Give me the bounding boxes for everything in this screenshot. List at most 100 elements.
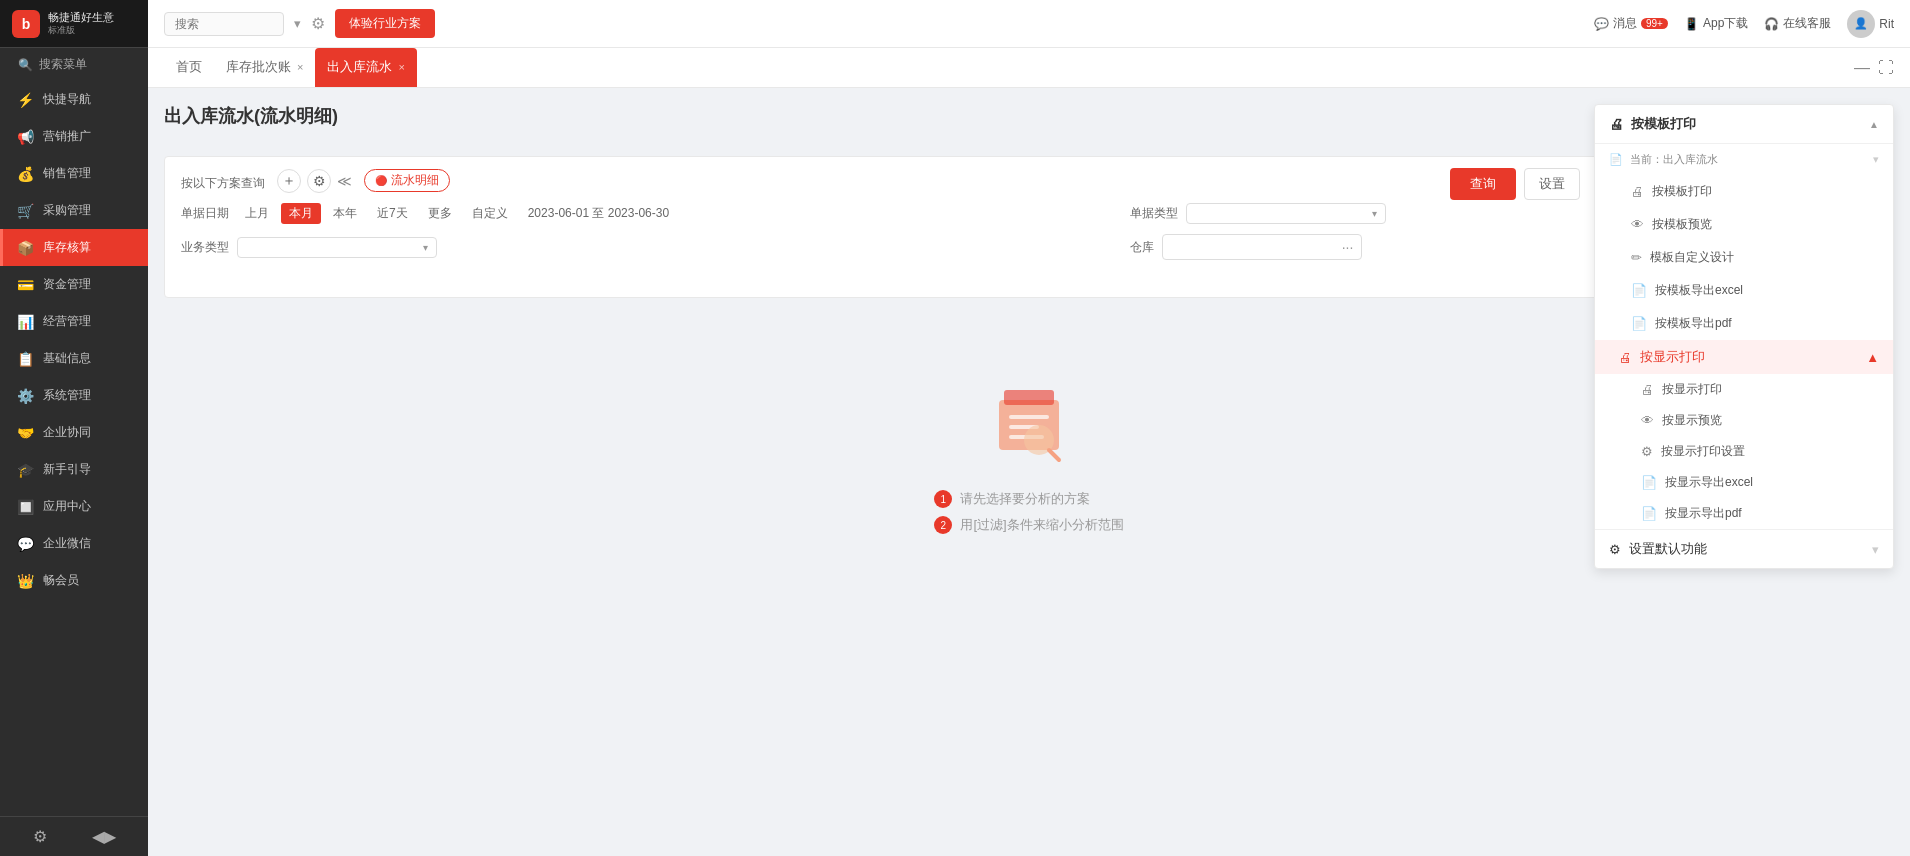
user-name: Rit	[1879, 17, 1894, 31]
panel-current-label[interactable]: 📄 当前：出入库流水 ▾	[1595, 144, 1893, 175]
headset-icon: 🎧	[1764, 17, 1779, 31]
tab-minimize-btn[interactable]: —	[1854, 59, 1870, 77]
filter-tag[interactable]: 🔴 流水明细	[364, 169, 450, 192]
sidebar-item-label: 系统管理	[43, 387, 91, 404]
panel-sub-header-left: 🖨 按显示打印	[1619, 348, 1705, 366]
app-download-btn[interactable]: 📱 App下载	[1684, 15, 1748, 32]
panel-template-preview-label: 按模板预览	[1652, 216, 1712, 233]
filter-collapse-btn[interactable]: ≪	[337, 173, 352, 189]
panel-template-export-pdf-item[interactable]: 📄 按模板导出pdf	[1595, 307, 1893, 340]
sidebar-item-operations[interactable]: 📊 经营管理	[0, 303, 148, 340]
panel-default-function[interactable]: ⚙ 设置默认功能 ▾	[1595, 529, 1893, 568]
panel-template-print-header[interactable]: 🖨 按模板打印 ▲	[1595, 105, 1893, 144]
panel-print-icon: 🖨	[1631, 184, 1644, 199]
panel-display-print-item[interactable]: 🖨 按显示打印	[1595, 374, 1893, 405]
sidebar-item-marketing[interactable]: 📢 营销推广	[0, 118, 148, 155]
panel-display-print-label: 按显示打印	[1662, 381, 1722, 398]
page-title: 出入库流水(流水明细)	[164, 104, 338, 128]
panel-template-custom-item[interactable]: ✏ 模板自定义设计	[1595, 241, 1893, 274]
settings-button[interactable]: 设置	[1524, 168, 1580, 200]
settings-footer-icon[interactable]: ⚙	[33, 827, 47, 846]
app-edition: 标准版	[48, 24, 114, 37]
tab-flowdetail[interactable]: 出入库流水 ×	[315, 48, 416, 87]
panel-template-export-excel-item[interactable]: 📄 按模板导出excel	[1595, 274, 1893, 307]
date-opt-custom[interactable]: 自定义	[464, 203, 516, 224]
sidebar-item-enterprise[interactable]: 🤝 企业协同	[0, 414, 148, 451]
sidebar-search[interactable]: 🔍 搜索菜单	[0, 48, 148, 81]
query-button[interactable]: 查询	[1450, 168, 1516, 200]
marketing-icon: 📢	[15, 129, 35, 145]
panel-template-print-label: 按模板打印	[1652, 183, 1712, 200]
sidebar-item-label: 快捷导航	[43, 91, 91, 108]
topbar-gear-icon[interactable]: ⚙	[311, 14, 325, 33]
warehouse-more-icon[interactable]: ···	[1342, 239, 1354, 255]
app-logo-icon: b	[12, 10, 40, 38]
topbar-dropdown-icon[interactable]: ▾	[294, 16, 301, 31]
tab-maximize-btn[interactable]: ⛶	[1878, 59, 1894, 77]
doc-type-select[interactable]: ▾	[1186, 203, 1386, 224]
trial-button[interactable]: 体验行业方案	[335, 9, 435, 38]
basic-icon: 📋	[15, 351, 35, 367]
sidebar-item-vip[interactable]: 👑 畅会员	[0, 562, 148, 599]
date-options: 上月 本月 本年 近7天 更多 自定义	[237, 203, 516, 224]
sidebar-item-basic[interactable]: 📋 基础信息	[0, 340, 148, 377]
date-opt-last7days[interactable]: 近7天	[369, 203, 416, 224]
avatar: 👤	[1847, 10, 1875, 38]
add-filter-btn[interactable]: ＋	[277, 169, 301, 193]
warehouse-select[interactable]: ···	[1162, 234, 1362, 260]
panel-display-print-header[interactable]: 🖨 按显示打印 ▲	[1595, 340, 1893, 374]
sidebar-item-purchase[interactable]: 🛒 采购管理	[0, 192, 148, 229]
collapse-sidebar-icon[interactable]: ◀▶	[92, 827, 116, 846]
date-opt-last-month[interactable]: 上月	[237, 203, 277, 224]
sidebar-item-system[interactable]: ⚙️ 系统管理	[0, 377, 148, 414]
step-1-num: 1	[934, 490, 952, 508]
panel-display-print-settings-item[interactable]: ⚙ 按显示打印设置	[1595, 436, 1893, 467]
date-opt-current-year[interactable]: 本年	[325, 203, 365, 224]
filter-settings-btn[interactable]: ⚙	[307, 169, 331, 193]
business-type-select[interactable]: ▾	[237, 237, 437, 258]
doc-type-arrow: ▾	[1372, 208, 1377, 219]
finance-icon: 💳	[15, 277, 35, 293]
panel-pdf-icon: 📄	[1631, 316, 1647, 331]
panel-display-export-pdf-label: 按显示导出pdf	[1665, 505, 1742, 522]
tabbar-actions: — ⛶	[1854, 59, 1894, 77]
sidebar: b 畅捷通好生意 标准版 🔍 搜索菜单 ⚡ 快捷导航 📢 营销推广 💰 销售管理…	[0, 0, 148, 856]
online-service-btn[interactable]: 🎧 在线客服	[1764, 15, 1831, 32]
tab-flowdetail-close[interactable]: ×	[398, 61, 404, 73]
appcenter-icon: 🔲	[15, 499, 35, 515]
user-profile-btn[interactable]: 👤 Rit	[1847, 10, 1894, 38]
sidebar-item-quick-nav[interactable]: ⚡ 快捷导航	[0, 81, 148, 118]
panel-display-preview-icon: 👁	[1641, 413, 1654, 428]
sidebar-nav: ⚡ 快捷导航 📢 营销推广 💰 销售管理 🛒 采购管理 📦 库存核算 💳 资金管…	[0, 81, 148, 816]
message-btn[interactable]: 💬 消息 99+	[1594, 15, 1668, 32]
svg-line-6	[1049, 450, 1059, 460]
sidebar-item-finance[interactable]: 💳 资金管理	[0, 266, 148, 303]
panel-template-preview-item[interactable]: 👁 按模板预览	[1595, 208, 1893, 241]
message-label: 消息	[1613, 15, 1637, 32]
panel-display-export-excel-item[interactable]: 📄 按显示导出excel	[1595, 467, 1893, 498]
sidebar-footer: ⚙ ◀▶	[0, 816, 148, 856]
tab-home[interactable]: 首页	[164, 48, 214, 87]
sidebar-item-inventory[interactable]: 📦 库存核算	[0, 229, 148, 266]
panel-display-preview-item[interactable]: 👁 按显示预览	[1595, 405, 1893, 436]
sidebar-item-wechat[interactable]: 💬 企业微信	[0, 525, 148, 562]
svg-rect-2	[1009, 415, 1049, 419]
operations-icon: 📊	[15, 314, 35, 330]
sales-icon: 💰	[15, 166, 35, 182]
app-name-area: 畅捷通好生意 标准版	[48, 10, 114, 37]
wechat-icon: 💬	[15, 536, 35, 552]
sidebar-item-appcenter[interactable]: 🔲 应用中心	[0, 488, 148, 525]
panel-display-settings-icon: ⚙	[1641, 444, 1653, 459]
sidebar-item-sales[interactable]: 💰 销售管理	[0, 155, 148, 192]
sidebar-item-guide[interactable]: 🎓 新手引导	[0, 451, 148, 488]
tab-batch[interactable]: 库存批次账 ×	[214, 48, 315, 87]
date-opt-more[interactable]: 更多	[420, 203, 460, 224]
panel-display-export-pdf-item[interactable]: 📄 按显示导出pdf	[1595, 498, 1893, 529]
step-1-text: 请先选择要分析的方案	[960, 490, 1090, 508]
date-opt-current-month[interactable]: 本月	[281, 203, 321, 224]
topbar-right: 💬 消息 99+ 📱 App下载 🎧 在线客服 👤 Rit	[1594, 10, 1894, 38]
panel-template-print-item[interactable]: 🖨 按模板打印	[1595, 175, 1893, 208]
vip-icon: 👑	[15, 573, 35, 589]
topbar-search-input[interactable]	[164, 12, 284, 36]
tab-batch-close[interactable]: ×	[297, 61, 303, 73]
